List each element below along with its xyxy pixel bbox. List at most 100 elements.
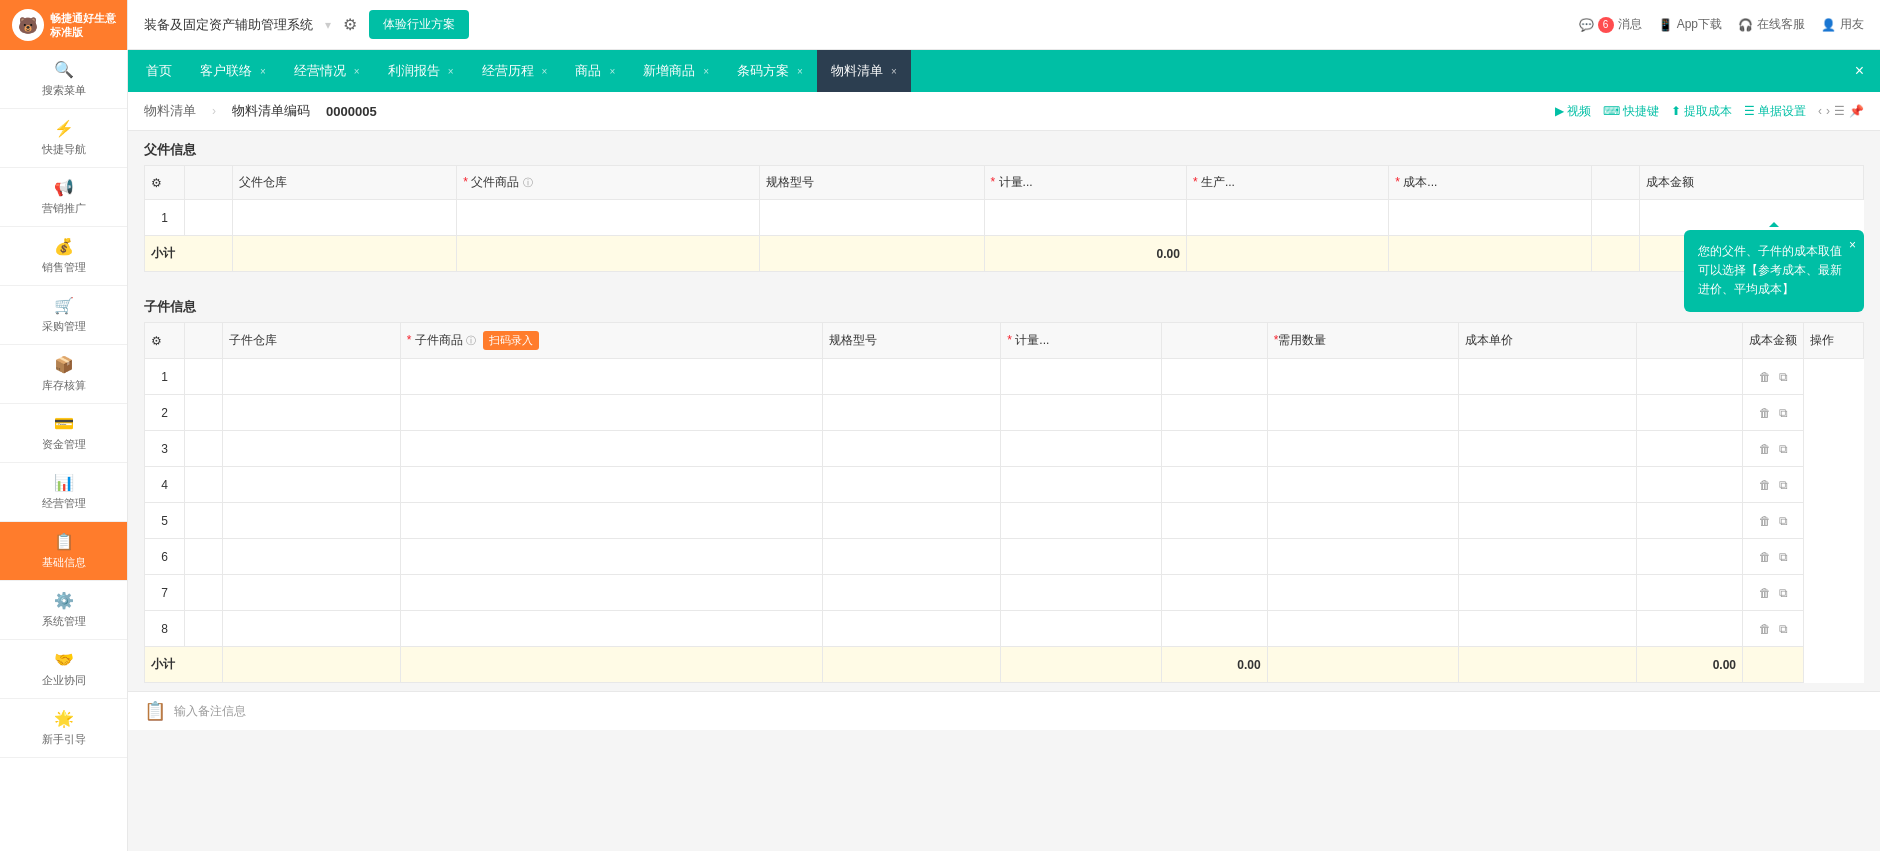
- sidebar-item-search[interactable]: 🔍 搜索菜单: [0, 50, 127, 109]
- parent-row-1-warehouse[interactable]: [185, 200, 233, 236]
- prev-arrow[interactable]: ‹: [1818, 104, 1822, 118]
- sidebar-item-system[interactable]: ⚙️ 系统管理: [0, 581, 127, 640]
- child-row-4-unit-cost[interactable]: [1267, 467, 1458, 503]
- child-row-5-unit-cost[interactable]: [1267, 503, 1458, 539]
- pin-icon[interactable]: 📌: [1849, 104, 1864, 118]
- delete-icon-row-7[interactable]: 🗑: [1759, 586, 1771, 600]
- tab-bom-close[interactable]: ×: [891, 66, 897, 77]
- sidebar-item-guide[interactable]: 🌟 新手引导: [0, 699, 127, 758]
- sidebar-item-marketing[interactable]: 📢 营销推广: [0, 168, 127, 227]
- child-row-8-qty[interactable]: [1161, 611, 1267, 647]
- child-row-8-spec[interactable]: [400, 611, 823, 647]
- sidebar-item-operations[interactable]: 📊 经营管理: [0, 463, 127, 522]
- child-row-6-spec[interactable]: [400, 539, 823, 575]
- child-row-5-warehouse[interactable]: [185, 503, 223, 539]
- parent-row-1-product[interactable]: [232, 200, 456, 236]
- child-row-7-warehouse[interactable]: [185, 575, 223, 611]
- trial-button[interactable]: 体验行业方案: [369, 10, 469, 39]
- child-row-2-unit-cost[interactable]: [1267, 395, 1458, 431]
- tool-extract-cost[interactable]: ⬆ 提取成本: [1671, 103, 1732, 120]
- child-row-2-spec[interactable]: [400, 395, 823, 431]
- copy-icon-row-1[interactable]: ⧉: [1779, 370, 1788, 384]
- delete-icon-row-6[interactable]: 🗑: [1759, 550, 1771, 564]
- child-row-6-unit-cost[interactable]: [1267, 539, 1458, 575]
- child-row-4-warehouse[interactable]: [185, 467, 223, 503]
- sidebar-item-purchase[interactable]: 🛒 采购管理: [0, 286, 127, 345]
- child-row-7-spec[interactable]: [400, 575, 823, 611]
- copy-icon-row-3[interactable]: ⧉: [1779, 442, 1788, 456]
- parent-row-1-spec[interactable]: [457, 200, 760, 236]
- parent-row-1-unit[interactable]: [760, 200, 984, 236]
- copy-icon-row-6[interactable]: ⧉: [1779, 550, 1788, 564]
- sidebar-item-sales[interactable]: 💰 销售管理: [0, 227, 127, 286]
- child-row-8-unit-cost[interactable]: [1267, 611, 1458, 647]
- tab-goods[interactable]: 商品 ×: [561, 50, 629, 92]
- child-row-4-qty[interactable]: [1161, 467, 1267, 503]
- sidebar-item-basics[interactable]: 📋 基础信息: [0, 522, 127, 581]
- copy-icon-row-4[interactable]: ⧉: [1779, 478, 1788, 492]
- header-dropdown-arrow[interactable]: ▾: [325, 18, 331, 32]
- menu-icon[interactable]: ☰: [1834, 104, 1845, 118]
- child-row-8-unit[interactable]: [823, 611, 1001, 647]
- child-row-1-qty[interactable]: [1161, 359, 1267, 395]
- child-row-6-unit[interactable]: [823, 539, 1001, 575]
- online-service-button[interactable]: 🎧 在线客服: [1738, 16, 1805, 33]
- child-row-2-unit[interactable]: [823, 395, 1001, 431]
- breadcrumb-bom[interactable]: 物料清单: [144, 102, 196, 120]
- tab-home[interactable]: 首页: [132, 50, 186, 92]
- tab-history[interactable]: 经营历程 ×: [468, 50, 562, 92]
- child-row-1-spec[interactable]: [400, 359, 823, 395]
- delete-icon-row-4[interactable]: 🗑: [1759, 478, 1771, 492]
- tab-add-goods[interactable]: 新增商品 ×: [629, 50, 723, 92]
- tab-goods-close[interactable]: ×: [609, 66, 615, 77]
- child-row-4-unit[interactable]: [823, 467, 1001, 503]
- tooltip-close[interactable]: ×: [1849, 236, 1856, 255]
- parent-row-1-cost[interactable]: [1186, 200, 1388, 236]
- child-row-1-unit[interactable]: [823, 359, 1001, 395]
- tab-customer[interactable]: 客户联络 ×: [186, 50, 280, 92]
- parent-row-1-production[interactable]: [984, 200, 1186, 236]
- scan-button[interactable]: 扫码录入: [483, 331, 539, 350]
- delete-icon-row-2[interactable]: 🗑: [1759, 406, 1771, 420]
- child-row-5-product[interactable]: [222, 503, 400, 539]
- child-row-3-unit[interactable]: [823, 431, 1001, 467]
- child-row-3-qty[interactable]: [1161, 431, 1267, 467]
- tab-customer-close[interactable]: ×: [260, 66, 266, 77]
- app-download-button[interactable]: 📱 App下载: [1658, 16, 1722, 33]
- copy-icon-row-5[interactable]: ⧉: [1779, 514, 1788, 528]
- sidebar-item-nav[interactable]: ⚡ 快捷导航: [0, 109, 127, 168]
- child-row-6-qty[interactable]: [1161, 539, 1267, 575]
- tab-profit-close[interactable]: ×: [448, 66, 454, 77]
- tab-barcode-close[interactable]: ×: [797, 66, 803, 77]
- tool-view[interactable]: ▶ 视频: [1555, 103, 1591, 120]
- child-row-3-spec[interactable]: [400, 431, 823, 467]
- tool-shortcut[interactable]: ⌨ 快捷键: [1603, 103, 1659, 120]
- sidebar-item-collab[interactable]: 🤝 企业协同: [0, 640, 127, 699]
- tab-history-close[interactable]: ×: [542, 66, 548, 77]
- sidebar-item-inventory[interactable]: 📦 库存核算: [0, 345, 127, 404]
- tab-operations-close[interactable]: ×: [354, 66, 360, 77]
- child-row-2-product[interactable]: [222, 395, 400, 431]
- tab-barcode[interactable]: 条码方案 ×: [723, 50, 817, 92]
- child-row-7-unit[interactable]: [823, 575, 1001, 611]
- child-row-4-product[interactable]: [222, 467, 400, 503]
- child-row-6-product[interactable]: [222, 539, 400, 575]
- child-row-7-unit-cost[interactable]: [1267, 575, 1458, 611]
- tool-single-settings[interactable]: ☰ 单据设置: [1744, 103, 1806, 120]
- delete-icon-row-5[interactable]: 🗑: [1759, 514, 1771, 528]
- child-row-3-warehouse[interactable]: [185, 431, 223, 467]
- user-button[interactable]: 👤 用友: [1821, 16, 1864, 33]
- child-row-7-product[interactable]: [222, 575, 400, 611]
- child-row-7-qty[interactable]: [1161, 575, 1267, 611]
- child-row-5-unit[interactable]: [823, 503, 1001, 539]
- child-row-6-warehouse[interactable]: [185, 539, 223, 575]
- delete-icon-row-1[interactable]: 🗑: [1759, 370, 1771, 384]
- child-row-2-warehouse[interactable]: [185, 395, 223, 431]
- child-row-3-product[interactable]: [222, 431, 400, 467]
- tab-profit[interactable]: 利润报告 ×: [374, 50, 468, 92]
- sidebar-item-finance[interactable]: 💳 资金管理: [0, 404, 127, 463]
- settings-icon[interactable]: ⚙: [343, 15, 357, 34]
- message-button[interactable]: 💬 6 消息: [1579, 16, 1642, 33]
- child-row-8-warehouse[interactable]: [185, 611, 223, 647]
- child-row-5-spec[interactable]: [400, 503, 823, 539]
